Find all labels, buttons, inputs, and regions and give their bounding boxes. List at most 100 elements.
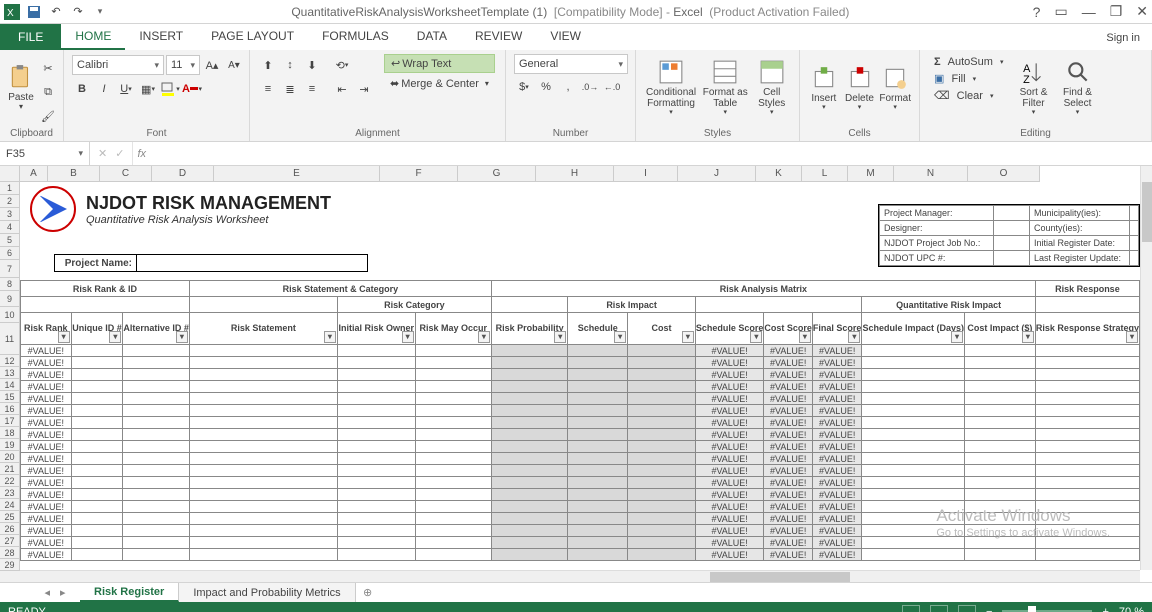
grid-cell[interactable] xyxy=(189,477,337,489)
grid-cell[interactable] xyxy=(1035,537,1139,549)
select-all-corner[interactable] xyxy=(0,166,20,182)
grid-cell[interactable]: #VALUE! xyxy=(764,525,813,537)
sign-in-link[interactable]: Sign in xyxy=(1094,26,1152,50)
grid-cell[interactable]: #VALUE! xyxy=(764,453,813,465)
grid-cell[interactable] xyxy=(71,417,123,429)
grid-cell[interactable]: #VALUE! xyxy=(695,477,764,489)
row-header[interactable]: 12 xyxy=(0,355,20,367)
grid-cell[interactable]: #VALUE! xyxy=(764,549,813,561)
grid-column-header[interactable]: Final Score▾ xyxy=(812,313,862,345)
enter-formula-icon[interactable]: ✓ xyxy=(115,147,124,160)
grid-cell[interactable]: #VALUE! xyxy=(695,525,764,537)
grid-cell[interactable] xyxy=(568,405,628,417)
grid-cell[interactable] xyxy=(568,441,628,453)
grid-cell[interactable]: #VALUE! xyxy=(812,477,862,489)
grid-cell[interactable] xyxy=(491,537,567,549)
grid-cell[interactable] xyxy=(964,429,1035,441)
grid-cell[interactable] xyxy=(568,453,628,465)
grid-cell[interactable] xyxy=(1035,513,1139,525)
grid-cell[interactable] xyxy=(189,429,337,441)
grid-column-header[interactable]: Risk May Occur▾ xyxy=(415,313,491,345)
grid-cell[interactable]: #VALUE! xyxy=(695,489,764,501)
row-header[interactable]: 2 xyxy=(0,195,20,208)
filter-dropdown-icon[interactable]: ▾ xyxy=(176,331,188,343)
grid-cell[interactable] xyxy=(964,525,1035,537)
grid-cell[interactable] xyxy=(123,405,190,417)
grid-cell[interactable] xyxy=(1035,501,1139,513)
grid-cell[interactable] xyxy=(415,537,491,549)
grid-cell[interactable] xyxy=(123,501,190,513)
grid-cell[interactable] xyxy=(71,381,123,393)
grid-cell[interactable] xyxy=(415,417,491,429)
table-row[interactable]: #VALUE!#VALUE!#VALUE!#VALUE! xyxy=(21,393,1140,405)
grid-cell[interactable] xyxy=(862,525,965,537)
column-header[interactable]: L xyxy=(802,166,848,182)
number-format-combo[interactable]: General▾ xyxy=(514,54,628,74)
grid-cell[interactable]: #VALUE! xyxy=(812,489,862,501)
grid-cell[interactable] xyxy=(862,441,965,453)
minimize-icon[interactable]: — xyxy=(1082,4,1096,20)
grid-cell[interactable] xyxy=(568,513,628,525)
sheet-nav-prev-icon[interactable]: ◂ xyxy=(44,586,50,599)
table-row[interactable]: #VALUE!#VALUE!#VALUE!#VALUE! xyxy=(21,477,1140,489)
grid-cell[interactable] xyxy=(71,429,123,441)
grid-cell[interactable]: #VALUE! xyxy=(21,381,72,393)
underline-icon[interactable]: U▾ xyxy=(116,79,136,99)
grid-cell[interactable] xyxy=(71,441,123,453)
grid-cell[interactable] xyxy=(123,417,190,429)
clear-button[interactable]: ⌫ Clear ▾ xyxy=(928,87,1010,104)
grid-column-header[interactable]: Schedule▾ xyxy=(568,313,628,345)
ribbon-options-icon[interactable]: ▭ xyxy=(1054,3,1067,20)
row-header[interactable]: 18 xyxy=(0,427,20,439)
grid-cell[interactable] xyxy=(337,513,415,525)
grid-cell[interactable] xyxy=(862,405,965,417)
grid-cell[interactable] xyxy=(862,513,965,525)
project-info-cell[interactable] xyxy=(1130,221,1139,236)
grid-cell[interactable]: #VALUE! xyxy=(21,441,72,453)
grid-cell[interactable]: #VALUE! xyxy=(21,429,72,441)
grid-cell[interactable] xyxy=(415,405,491,417)
grid-cell[interactable] xyxy=(964,345,1035,357)
grid-cell[interactable] xyxy=(189,537,337,549)
grid-cell[interactable] xyxy=(491,369,567,381)
tab-review[interactable]: REVIEW xyxy=(461,24,536,50)
grid-column-header[interactable]: Risk Response Strategy▾ xyxy=(1035,313,1139,345)
grid-cell[interactable] xyxy=(964,417,1035,429)
grid-cell[interactable] xyxy=(862,549,965,561)
grid-column-header[interactable]: Cost▾ xyxy=(628,313,696,345)
grid-cell[interactable] xyxy=(415,549,491,561)
align-top-icon[interactable]: ⬆ xyxy=(258,55,278,75)
grid-cell[interactable] xyxy=(189,513,337,525)
project-info-cell[interactable]: NJDOT Project Job No.: xyxy=(880,236,994,251)
increase-indent-icon[interactable]: ⇥ xyxy=(354,79,374,99)
grid-cell[interactable]: #VALUE! xyxy=(764,357,813,369)
grid-cell[interactable]: #VALUE! xyxy=(21,393,72,405)
grid-cell[interactable] xyxy=(491,513,567,525)
grid-cell[interactable]: #VALUE! xyxy=(695,441,764,453)
grid-cell[interactable] xyxy=(415,393,491,405)
help-icon[interactable]: ? xyxy=(1033,4,1041,20)
grid-cell[interactable] xyxy=(491,453,567,465)
grid-cell[interactable] xyxy=(123,453,190,465)
grid-cell[interactable]: #VALUE! xyxy=(695,453,764,465)
find-select-button[interactable]: Find & Select▾ xyxy=(1058,54,1098,122)
grid-cell[interactable]: #VALUE! xyxy=(764,489,813,501)
grid-cell[interactable] xyxy=(123,477,190,489)
grid-cell[interactable] xyxy=(415,441,491,453)
grid-cell[interactable] xyxy=(71,369,123,381)
grid-cell[interactable] xyxy=(123,549,190,561)
grid-cell[interactable] xyxy=(189,393,337,405)
grid-cell[interactable]: #VALUE! xyxy=(695,501,764,513)
delete-cells-button[interactable]: Delete▾ xyxy=(844,54,876,122)
filter-dropdown-icon[interactable]: ▾ xyxy=(848,331,860,343)
grid-cell[interactable] xyxy=(628,417,696,429)
filter-dropdown-icon[interactable]: ▾ xyxy=(58,331,70,343)
grid-cell[interactable] xyxy=(123,345,190,357)
grid-cell[interactable] xyxy=(123,429,190,441)
project-info-cell[interactable] xyxy=(994,206,1030,221)
grid-cell[interactable] xyxy=(964,393,1035,405)
grid-cell[interactable] xyxy=(628,357,696,369)
project-info-cell[interactable]: Project Manager: xyxy=(880,206,994,221)
grid-cell[interactable]: #VALUE! xyxy=(695,369,764,381)
filter-dropdown-icon[interactable]: ▾ xyxy=(750,331,762,343)
